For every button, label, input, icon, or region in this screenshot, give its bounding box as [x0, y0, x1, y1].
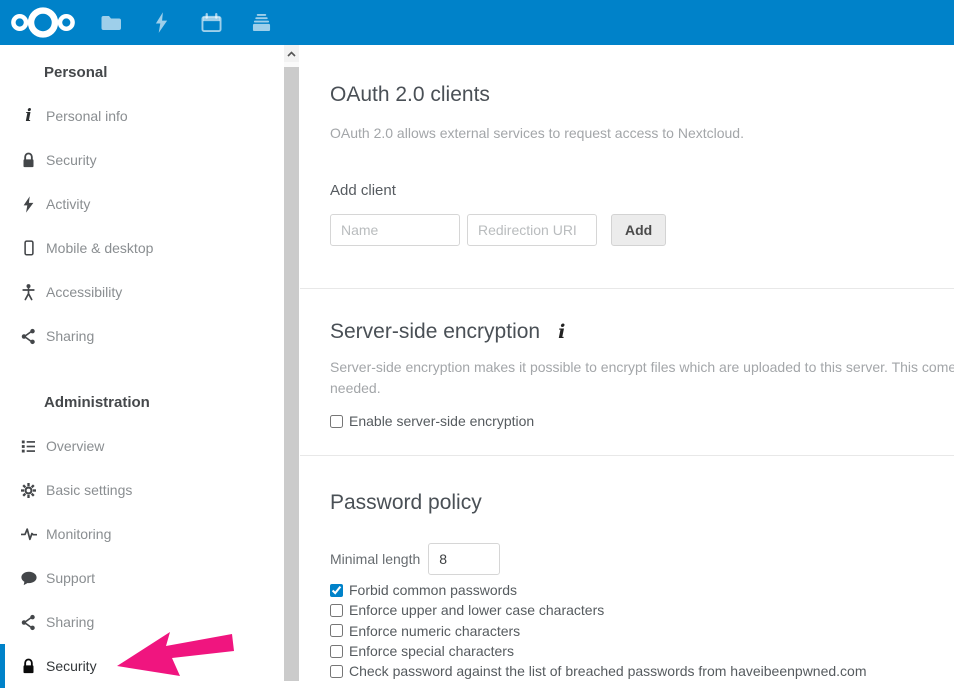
- checkbox-label: Enforce special characters: [349, 643, 514, 659]
- client-name-input[interactable]: [330, 214, 460, 246]
- share-icon: [20, 613, 37, 632]
- sidebar-item-label: Mobile & desktop: [46, 240, 153, 256]
- scrollbar-thumb[interactable]: [284, 67, 299, 681]
- checkbox-enforce-upper-and-lower-case-characters[interactable]: [330, 604, 343, 617]
- sidebar-item-label: Personal info: [46, 108, 128, 124]
- lightning-icon: [20, 195, 37, 214]
- sidebar-item-administration-overview[interactable]: Overview: [0, 424, 284, 468]
- encryption-description: Server-side encryption makes it possible…: [330, 357, 954, 399]
- settings-sidebar: Personal i Personal info Security Activity Mo…: [0, 45, 284, 681]
- sidebar-item-personal-personal-info[interactable]: i Personal info: [0, 94, 284, 138]
- sidebar-item-administration-security[interactable]: Security: [0, 644, 284, 688]
- sidebar-item-personal-accessibility[interactable]: Accessibility: [0, 270, 284, 314]
- password-policy-title: Password policy: [330, 489, 954, 517]
- sidebar-item-administration-basic-settings[interactable]: Basic settings: [0, 468, 284, 512]
- policy-option-enforce-upper-and-lower-case-characters: Enforce upper and lower case characters: [330, 600, 954, 620]
- info-icon[interactable]: i: [558, 321, 565, 343]
- activity-lightning-icon[interactable]: [136, 0, 186, 45]
- deck-icon[interactable]: [236, 0, 286, 45]
- accessibility-icon: [20, 283, 37, 302]
- minimal-length-input[interactable]: [428, 543, 500, 575]
- redirection-uri-input[interactable]: [467, 214, 597, 246]
- add-client-form: Add: [330, 214, 954, 246]
- policy-option-forbid-common-passwords: Forbid common passwords: [330, 580, 954, 600]
- monitoring-icon: [20, 525, 37, 544]
- enable-encryption-option: Enable server-side encryption: [330, 411, 954, 431]
- sidebar-item-label: Sharing: [46, 614, 94, 630]
- oauth-description: OAuth 2.0 allows external services to re…: [330, 123, 954, 143]
- gear-icon: [20, 481, 37, 500]
- sidebar-item-label: Support: [46, 570, 95, 586]
- checkbox-enable-server-side-encryption[interactable]: [330, 415, 343, 428]
- add-client-button[interactable]: Add: [611, 214, 666, 246]
- encryption-section: Server-side encryption i Server-side encr…: [300, 289, 954, 456]
- nextcloud-logo-circles: [10, 5, 76, 40]
- sidebar-item-personal-security[interactable]: Security: [0, 138, 284, 182]
- calendar-icon[interactable]: [186, 0, 236, 45]
- checkbox-label: Enforce upper and lower case characters: [349, 602, 604, 618]
- phone-icon: [20, 239, 37, 258]
- password-policy-section: Password policy Minimal length Forbid co…: [300, 456, 954, 691]
- lock-icon: [20, 657, 37, 676]
- sidebar-scrollbar[interactable]: [284, 45, 299, 681]
- add-client-heading: Add client: [330, 181, 954, 201]
- sidebar-item-label: Sharing: [46, 328, 94, 344]
- sidebar-item-label: Accessibility: [46, 284, 122, 300]
- sidebar-item-personal-mobile-desktop[interactable]: Mobile & desktop: [0, 226, 284, 270]
- sidebar-item-personal-sharing[interactable]: Sharing: [0, 314, 284, 358]
- sidebar-section-title: Personal: [0, 50, 284, 94]
- minimal-length-row: Minimal length: [330, 543, 954, 575]
- policy-option-enforce-numeric-characters: Enforce numeric characters: [330, 621, 954, 641]
- oauth-title: OAuth 2.0 clients: [330, 81, 954, 109]
- policy-option-enforce-special-characters: Enforce special characters: [330, 641, 954, 661]
- checkbox-enforce-numeric-characters[interactable]: [330, 624, 343, 637]
- oauth-section: OAuth 2.0 clients OAuth 2.0 allows exter…: [300, 45, 954, 289]
- nextcloud-logo-icon[interactable]: [10, 5, 76, 41]
- checkbox-label: Check password against the list of breac…: [349, 663, 867, 679]
- sidebar-item-label: Security: [46, 658, 97, 674]
- sidebar-item-label: Activity: [46, 196, 90, 212]
- files-folder-icon[interactable]: [86, 0, 136, 45]
- sidebar-item-label: Security: [46, 152, 97, 168]
- sidebar-section-administration: Administration Overview Basic settings Moni…: [0, 380, 284, 688]
- share-icon: [20, 327, 37, 346]
- list-icon: [20, 437, 37, 456]
- sidebar-section-personal: Personal i Personal info Security Activity Mo…: [0, 50, 284, 358]
- top-navigation-bar: [0, 0, 954, 45]
- sidebar-item-label: Overview: [46, 438, 104, 454]
- sidebar-item-personal-activity[interactable]: Activity: [0, 182, 284, 226]
- sidebar-section-title: Administration: [0, 380, 284, 424]
- minimal-length-label: Minimal length: [330, 551, 420, 567]
- sidebar-item-administration-sharing[interactable]: Sharing: [0, 600, 284, 644]
- checkbox-label: Forbid common passwords: [349, 582, 517, 598]
- settings-content: OAuth 2.0 clients OAuth 2.0 allows exter…: [300, 45, 954, 691]
- chevron-up-icon: [287, 51, 296, 57]
- checkbox-forbid-common-passwords[interactable]: [330, 584, 343, 597]
- chat-icon: [20, 569, 37, 588]
- checkbox-check-password-against-the-list-of-breached-passwords-from-haveibeenpwned-com[interactable]: [330, 665, 343, 678]
- checkbox-enforce-special-characters[interactable]: [330, 645, 343, 658]
- policy-option-check-password-against-the-list-of-breached-passwords-from-haveibeenpwned-com: Check password against the list of breac…: [330, 661, 954, 681]
- topbar-app-icons: [86, 0, 286, 45]
- sidebar-item-label: Basic settings: [46, 482, 132, 498]
- sidebar-item-administration-support[interactable]: Support: [0, 556, 284, 600]
- lock-icon: [20, 151, 37, 170]
- encryption-title: Server-side encryption: [330, 320, 540, 343]
- checkbox-label: Enable server-side encryption: [349, 413, 534, 429]
- info-icon: i: [20, 107, 37, 126]
- password-policy-checkbox-list: Forbid common passwords Enforce upper and…: [330, 580, 954, 681]
- scrollbar-up-button[interactable]: [284, 45, 299, 62]
- sidebar-item-administration-monitoring[interactable]: Monitoring: [0, 512, 284, 556]
- checkbox-label: Enforce numeric characters: [349, 623, 520, 639]
- sidebar-item-label: Monitoring: [46, 526, 111, 542]
